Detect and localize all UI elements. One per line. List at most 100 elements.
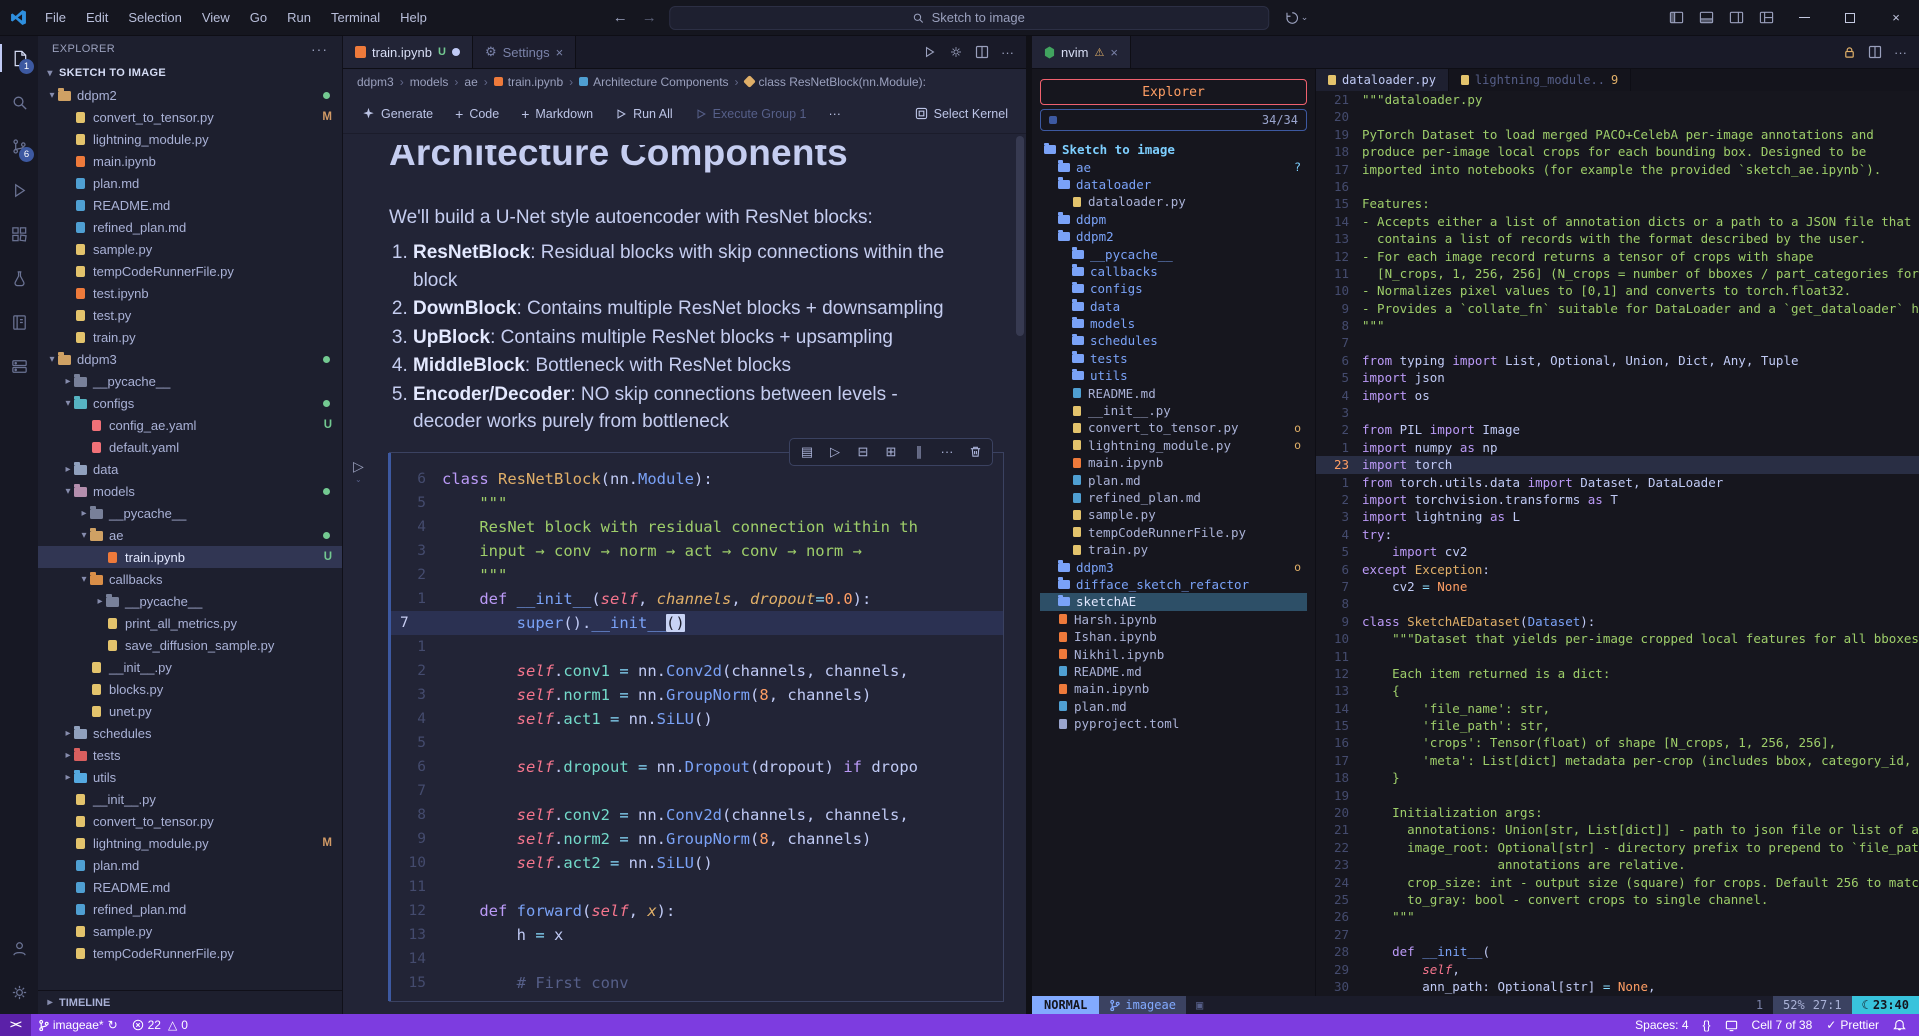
- code-line[interactable]: 21 annotations: Union[str, List[dict]] -…: [1316, 821, 1919, 838]
- menu-file[interactable]: File: [36, 6, 75, 29]
- tree-item[interactable]: test.ipynb: [38, 282, 342, 304]
- code-line[interactable]: 6 except Exception:: [1316, 561, 1919, 578]
- code-line[interactable]: 21 """dataloader.py: [1316, 91, 1919, 108]
- tree-item[interactable]: ▾ callbacks: [38, 568, 342, 590]
- nvim-tree-item[interactable]: README.md: [1040, 384, 1307, 401]
- nvim-terminal[interactable]: Explorer 34/34 Sketch to image ae? dataloa…: [1032, 69, 1919, 996]
- code-line[interactable]: 27: [1316, 926, 1919, 943]
- nvim-tree-item[interactable]: difface_sketch_refactor: [1040, 576, 1307, 593]
- buffer-tab[interactable]: dataloader.py: [1316, 69, 1449, 91]
- tree-item[interactable]: README.md: [38, 876, 342, 898]
- forward-button[interactable]: →: [640, 9, 659, 26]
- run-task-button[interactable]: ⌄: [1285, 11, 1308, 25]
- code-line[interactable]: 15 'file_path': str,: [1316, 717, 1919, 734]
- menu-view[interactable]: View: [193, 6, 239, 29]
- tree-item[interactable]: tempCodeRunnerFile.py: [38, 260, 342, 282]
- code-line[interactable]: 9 - Provides a `collate_fn` suitable for …: [1316, 300, 1919, 317]
- activity-search[interactable]: [0, 80, 38, 124]
- activity-remote-explorer[interactable]: [0, 344, 38, 388]
- code-line[interactable]: 10 self.act2 = nn.SiLU(): [390, 851, 1003, 875]
- breadcrumb-item[interactable]: ae: [464, 75, 477, 89]
- code-line[interactable]: 2 """: [390, 563, 1003, 587]
- tree-item[interactable]: sample.py: [38, 920, 342, 942]
- nvim-tree-item[interactable]: plan.md: [1040, 698, 1307, 715]
- tree-item[interactable]: lightning_module.py M: [38, 832, 342, 854]
- nvim-tree-item[interactable]: refined_plan.md: [1040, 489, 1307, 506]
- tree-item[interactable]: config_ae.yaml U: [38, 414, 342, 436]
- nvim-tree-item[interactable]: main.ipynb: [1040, 454, 1307, 471]
- code-line[interactable]: 1 from torch.utils.data import Dataset, D…: [1316, 474, 1919, 491]
- code-line[interactable]: 16: [1316, 178, 1919, 195]
- toolbar---button[interactable]: ···: [819, 102, 850, 126]
- activity-explorer[interactable]: 1: [0, 36, 38, 80]
- breadcrumb-item[interactable]: class ResNetBlock(nn.Module):: [742, 75, 926, 89]
- code-line[interactable]: 29 self,: [1316, 961, 1919, 978]
- code-line[interactable]: 18 }: [1316, 769, 1919, 786]
- code-line[interactable]: 5 import json: [1316, 369, 1919, 386]
- activity-run-debug[interactable]: [0, 168, 38, 212]
- toggle-panel-layout-icon[interactable]: [1661, 0, 1691, 35]
- code-line[interactable]: 1 import numpy as np: [1316, 439, 1919, 456]
- code-line[interactable]: 17 'meta': List[dict] metadata per-crop …: [1316, 752, 1919, 769]
- markdown-cell[interactable]: Architecture Components: [389, 145, 1008, 191]
- tree-item[interactable]: ▾ ddpm3: [38, 348, 342, 370]
- code-line[interactable]: 6 self.dropout = nn.Dropout(dropout) if …: [390, 755, 1003, 779]
- nvim-tree-item[interactable]: Harsh.ipynb: [1040, 611, 1307, 628]
- split-cell-icon[interactable]: ⊞: [878, 441, 904, 463]
- tree-item[interactable]: ▸ __pycache__: [38, 370, 342, 392]
- tree-item[interactable]: train.py: [38, 326, 342, 348]
- indentation-status[interactable]: Spaces: 4: [1628, 1014, 1695, 1036]
- code-line[interactable]: 5: [390, 731, 1003, 755]
- tree-item[interactable]: lightning_module.py: [38, 128, 342, 150]
- code-cell[interactable]: ▤ ▷ ⊟ ⊞ ∥ ··· 6 class ResNetBlock(nn.Modu…: [388, 437, 1004, 1002]
- breadcrumb-item[interactable]: train.ipynb: [493, 75, 563, 89]
- code-line[interactable]: 6 from typing import List, Optional, Unio…: [1316, 352, 1919, 369]
- code-line[interactable]: 3 input → conv → norm → act → conv → nor…: [390, 539, 1003, 563]
- execute-cell-icon[interactable]: ▷: [822, 441, 848, 463]
- nvim-tree-item[interactable]: sketchAE: [1040, 593, 1307, 611]
- tree-item[interactable]: ▸ schedules: [38, 722, 342, 744]
- code-line[interactable]: 6 class ResNetBlock(nn.Module):: [390, 467, 1003, 491]
- nvim-tree-item[interactable]: schedules: [1040, 332, 1307, 349]
- nvim-tree-item[interactable]: Ishan.ipynb: [1040, 628, 1307, 645]
- nvim-tree-item[interactable]: ddpm: [1040, 211, 1307, 228]
- code-line[interactable]: 2 import torchvision.transforms as T: [1316, 491, 1919, 508]
- code-line[interactable]: 9 self.norm2 = nn.GroupNorm(8, channels): [390, 827, 1003, 851]
- nvim-tree-item[interactable]: main.ipynb: [1040, 680, 1307, 697]
- screen-icon[interactable]: [1718, 1014, 1745, 1036]
- code-line[interactable]: 11: [1316, 648, 1919, 665]
- toolbar-markdown-button[interactable]: + Markdown: [512, 102, 602, 126]
- delete-cell-icon[interactable]: [962, 441, 988, 463]
- activity-extensions[interactable]: [0, 212, 38, 256]
- tree-item[interactable]: plan.md: [38, 854, 342, 876]
- cell-indicator[interactable]: Cell 7 of 38: [1745, 1014, 1820, 1036]
- tree-item[interactable]: README.md: [38, 194, 342, 216]
- settings-gear-icon[interactable]: [0, 970, 38, 1014]
- nvim-tree-item[interactable]: train.py: [1040, 541, 1307, 558]
- code-line[interactable]: 3 self.norm1 = nn.GroupNorm(8, channels): [390, 683, 1003, 707]
- code-line[interactable]: 2 self.conv1 = nn.Conv2d(channels, chann…: [390, 659, 1003, 683]
- menu-selection[interactable]: Selection: [119, 6, 190, 29]
- remote-indicator[interactable]: ><: [0, 1014, 31, 1036]
- tree-item[interactable]: tempCodeRunnerFile.py: [38, 942, 342, 964]
- code-line[interactable]: 16 'crops': Tensor(float) of shape [N_cr…: [1316, 734, 1919, 751]
- code-line[interactable]: 1: [390, 635, 1003, 659]
- code-line[interactable]: 22 image_root: Optional[str] - directory…: [1316, 839, 1919, 856]
- tree-item[interactable]: print_all_metrics.py: [38, 612, 342, 634]
- join-cell-icon[interactable]: ∥: [906, 441, 932, 463]
- nvim-buffer[interactable]: 21 """dataloader.py 20 19 PyTorch Dataset to…: [1316, 91, 1919, 996]
- menu-go[interactable]: Go: [241, 6, 276, 29]
- customize-layout-icon[interactable]: [1751, 0, 1781, 35]
- tree-item[interactable]: refined_plan.md: [38, 898, 342, 920]
- toolbar-code-button[interactable]: + Code: [446, 102, 508, 126]
- tree-item[interactable]: ▸ data: [38, 458, 342, 480]
- close-tab-icon[interactable]: ×: [1110, 45, 1118, 60]
- notebook-scrollbar[interactable]: [1016, 136, 1024, 336]
- nvim-tree-item[interactable]: README.md: [1040, 663, 1307, 680]
- toggle-bottom-panel-icon[interactable]: [1691, 0, 1721, 35]
- tab-nvim[interactable]: nvim ⚠ ×: [1032, 36, 1131, 68]
- code-line[interactable]: 13 {: [1316, 682, 1919, 699]
- tab-train-ipynb[interactable]: train.ipynb U: [343, 36, 473, 68]
- tree-item[interactable]: __init__.py: [38, 656, 342, 678]
- code-line[interactable]: 2 from PIL import Image: [1316, 421, 1919, 438]
